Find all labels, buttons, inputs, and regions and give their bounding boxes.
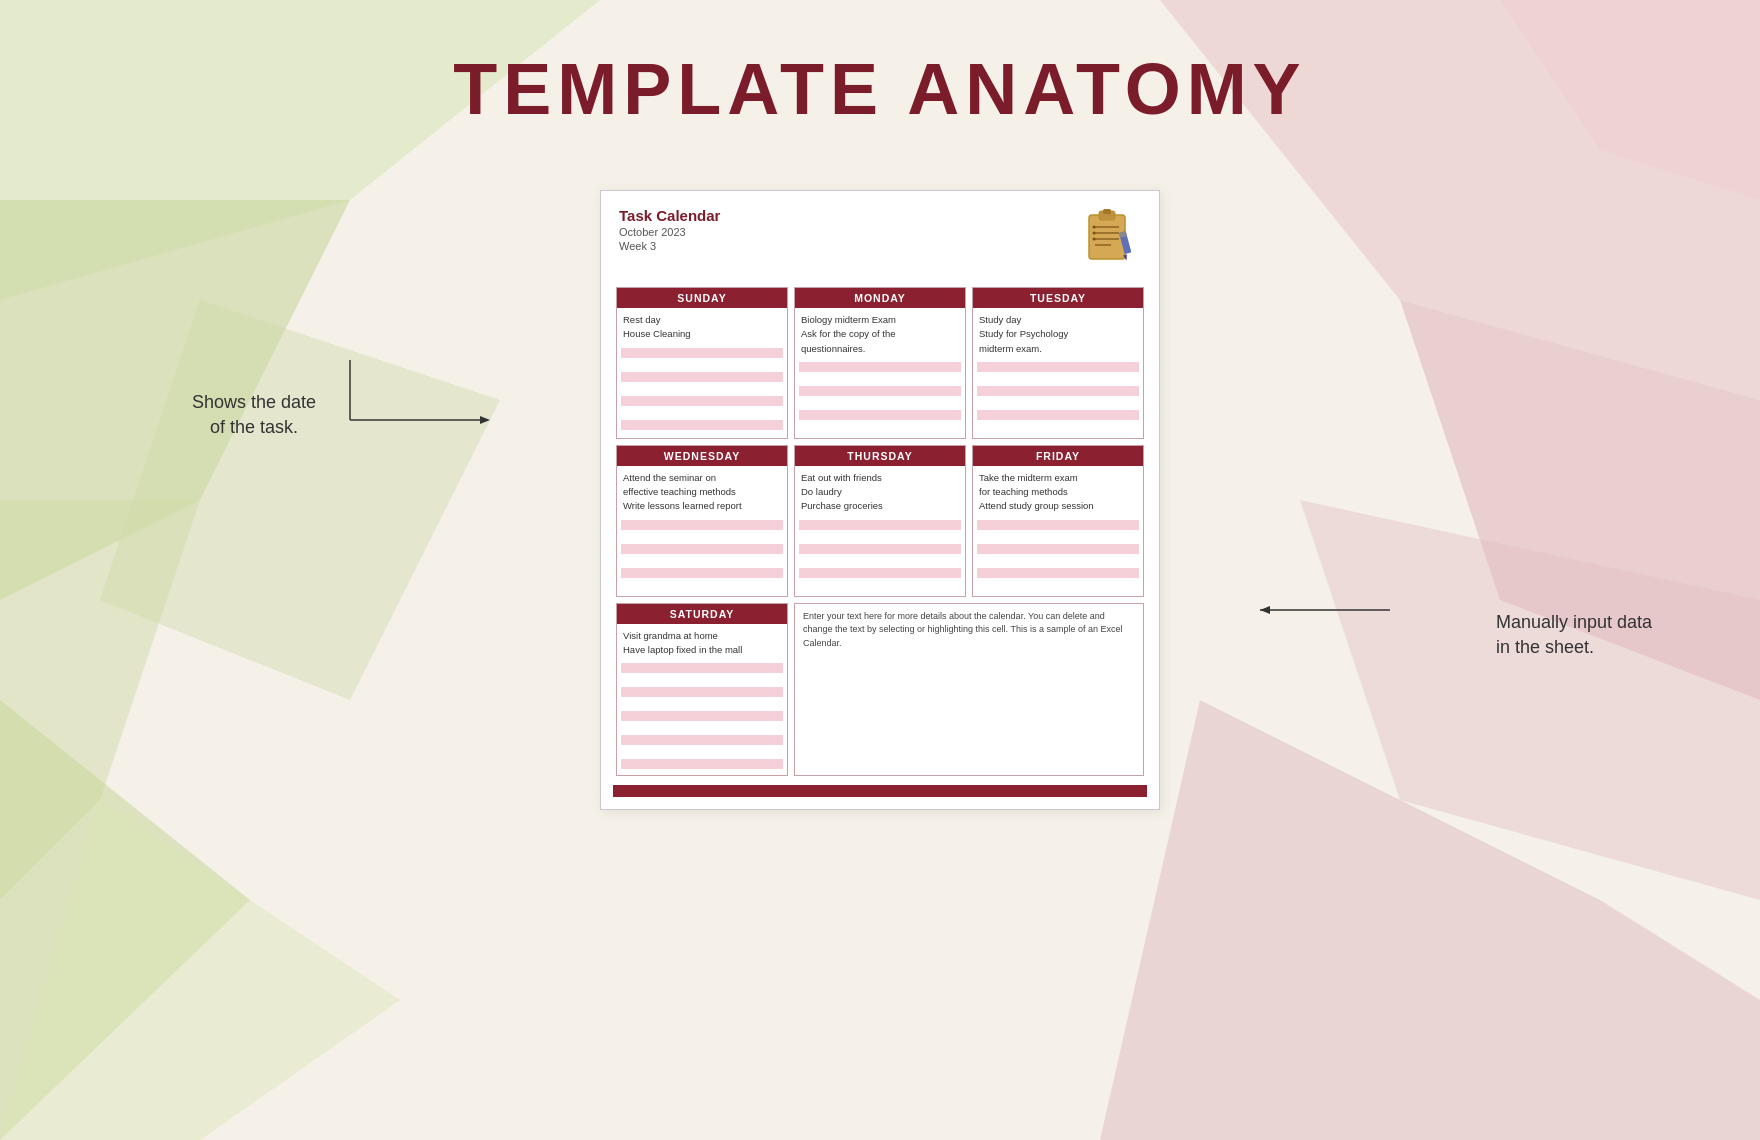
sunday-rows: [617, 342, 787, 436]
wednesday-body: Attend the seminar on effective teaching…: [617, 466, 787, 514]
tuesday-cell: TUESDAY Study day Study for Psychology m…: [972, 287, 1144, 439]
monday-header: MONDAY: [795, 288, 965, 308]
calendar-top-row: SUNDAY Rest day House Cleaning MONDAY Bi…: [613, 284, 1147, 442]
card-header-text: Task Calendar October 2023 Week 3: [619, 207, 720, 252]
wednesday-cell: WEDNESDAY Attend the seminar on effectiv…: [616, 445, 788, 597]
annotation-right-arrow: [1260, 580, 1440, 640]
sunday-header: SUNDAY: [617, 288, 787, 308]
tuesday-rows: [973, 356, 1143, 438]
monday-task3: questionnaires.: [801, 342, 959, 356]
card-subtitle1: October 2023: [619, 226, 720, 238]
sunday-task2: House Cleaning: [623, 327, 781, 341]
friday-header: FRIDAY: [973, 446, 1143, 466]
wednesday-task2: effective teaching methods: [623, 485, 781, 499]
task-calendar-card: Task Calendar October 2023 Week 3: [600, 190, 1160, 810]
friday-task1: Take the midterm exam: [979, 471, 1137, 485]
annotation-right: Manually input datain the sheet.: [1496, 610, 1652, 660]
friday-task3: Attend study group session: [979, 499, 1137, 513]
friday-task2: for teaching methods: [979, 485, 1137, 499]
monday-rows: [795, 356, 965, 438]
tuesday-body: Study day Study for Psychology midterm e…: [973, 308, 1143, 356]
annotation-left: Shows the dateof the task.: [192, 390, 316, 440]
thursday-task3: Purchase groceries: [801, 499, 959, 513]
saturday-body: Visit grandma at home Have laptop fixed …: [617, 624, 787, 658]
tuesday-task3: midterm exam.: [979, 342, 1137, 356]
svg-point-18: [1093, 226, 1096, 229]
thursday-rows: [795, 514, 965, 596]
wednesday-task1: Attend the seminar on: [623, 471, 781, 485]
calendar-middle-row: WEDNESDAY Attend the seminar on effectiv…: [613, 442, 1147, 600]
wednesday-task3: Write lessons learned report: [623, 499, 781, 513]
card-header: Task Calendar October 2023 Week 3: [601, 191, 1159, 284]
svg-point-19: [1093, 232, 1096, 235]
wednesday-rows: [617, 514, 787, 596]
saturday-header: SATURDAY: [617, 604, 787, 624]
monday-cell: MONDAY Biology midterm Exam Ask for the …: [794, 287, 966, 439]
saturday-task1: Visit grandma at home: [623, 629, 781, 643]
saturday-cell: SATURDAY Visit grandma at home Have lapt…: [616, 603, 788, 777]
calendar-bottom-row: SATURDAY Visit grandma at home Have lapt…: [613, 600, 1147, 780]
saturday-task2: Have laptop fixed in the mall: [623, 643, 781, 657]
sunday-cell: SUNDAY Rest day House Cleaning: [616, 287, 788, 439]
saturday-rows: [617, 657, 787, 775]
sunday-task1: Rest day: [623, 313, 781, 327]
tuesday-header: TUESDAY: [973, 288, 1143, 308]
tuesday-task2: Study for Psychology: [979, 327, 1137, 341]
friday-body: Take the midterm exam for teaching metho…: [973, 466, 1143, 514]
sunday-body: Rest day House Cleaning: [617, 308, 787, 342]
monday-body: Biology midterm Exam Ask for the copy of…: [795, 308, 965, 356]
svg-marker-26: [480, 416, 490, 424]
svg-rect-13: [1103, 209, 1111, 214]
thursday-cell: THURSDAY Eat out with friends Do laudry …: [794, 445, 966, 597]
svg-rect-11: [1089, 215, 1125, 259]
card-footer-bar: [613, 785, 1147, 797]
friday-rows: [973, 514, 1143, 596]
thursday-body: Eat out with friends Do laudry Purchase …: [795, 466, 965, 514]
monday-task2: Ask for the copy of the: [801, 327, 959, 341]
clipboard-icon: [1081, 203, 1141, 274]
monday-task1: Biology midterm Exam: [801, 313, 959, 327]
thursday-header: THURSDAY: [795, 446, 965, 466]
card-title: Task Calendar: [619, 207, 720, 224]
notes-cell: Enter your text here for more details ab…: [794, 603, 1144, 777]
wednesday-header: WEDNESDAY: [617, 446, 787, 466]
friday-cell: FRIDAY Take the midterm exam for teachin…: [972, 445, 1144, 597]
thursday-task2: Do laudry: [801, 485, 959, 499]
card-subtitle2: Week 3: [619, 240, 720, 252]
page-title: TEMPLATE ANATOMY: [453, 48, 1306, 130]
annotation-left-arrow: [340, 360, 540, 480]
svg-marker-28: [1260, 606, 1270, 614]
tuesday-task1: Study day: [979, 313, 1137, 327]
svg-point-20: [1093, 238, 1096, 241]
thursday-task1: Eat out with friends: [801, 471, 959, 485]
